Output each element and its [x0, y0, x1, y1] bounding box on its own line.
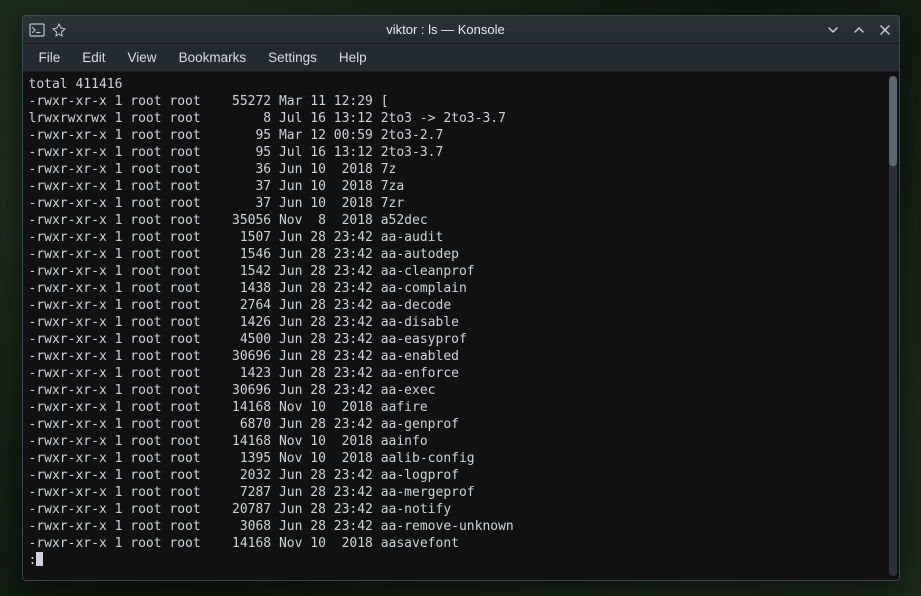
pager-prompt: :: [29, 553, 37, 568]
konsole-window: viktor : ls — Konsole File Edit View Boo…: [22, 15, 900, 581]
vertical-scrollbar[interactable]: [889, 76, 897, 576]
menu-file[interactable]: File: [29, 46, 71, 69]
pager-prompt-line: :: [29, 552, 893, 569]
menu-bookmarks[interactable]: Bookmarks: [169, 46, 257, 69]
scrollbar-thumb[interactable]: [889, 76, 897, 166]
menu-help[interactable]: Help: [329, 46, 377, 69]
menu-edit[interactable]: Edit: [72, 46, 115, 69]
menubar: File Edit View Bookmarks Settings Help: [23, 44, 899, 72]
window-title: viktor : ls — Konsole: [67, 22, 825, 37]
titlebar: viktor : ls — Konsole: [23, 16, 899, 44]
menu-settings[interactable]: Settings: [258, 46, 327, 69]
pin-icon[interactable]: [51, 22, 67, 38]
terminal-output: total 411416 -rwxr-xr-x 1 root root 5527…: [29, 76, 893, 552]
maximize-icon[interactable]: [851, 22, 867, 38]
terminal-view[interactable]: total 411416 -rwxr-xr-x 1 root root 5527…: [23, 72, 899, 580]
minimize-icon[interactable]: [825, 22, 841, 38]
app-icon: [29, 22, 45, 38]
close-icon[interactable]: [877, 22, 893, 38]
menu-view[interactable]: View: [118, 46, 167, 69]
titlebar-right-icons: [825, 22, 893, 38]
titlebar-left-icons: [29, 22, 67, 38]
cursor: [36, 552, 43, 566]
